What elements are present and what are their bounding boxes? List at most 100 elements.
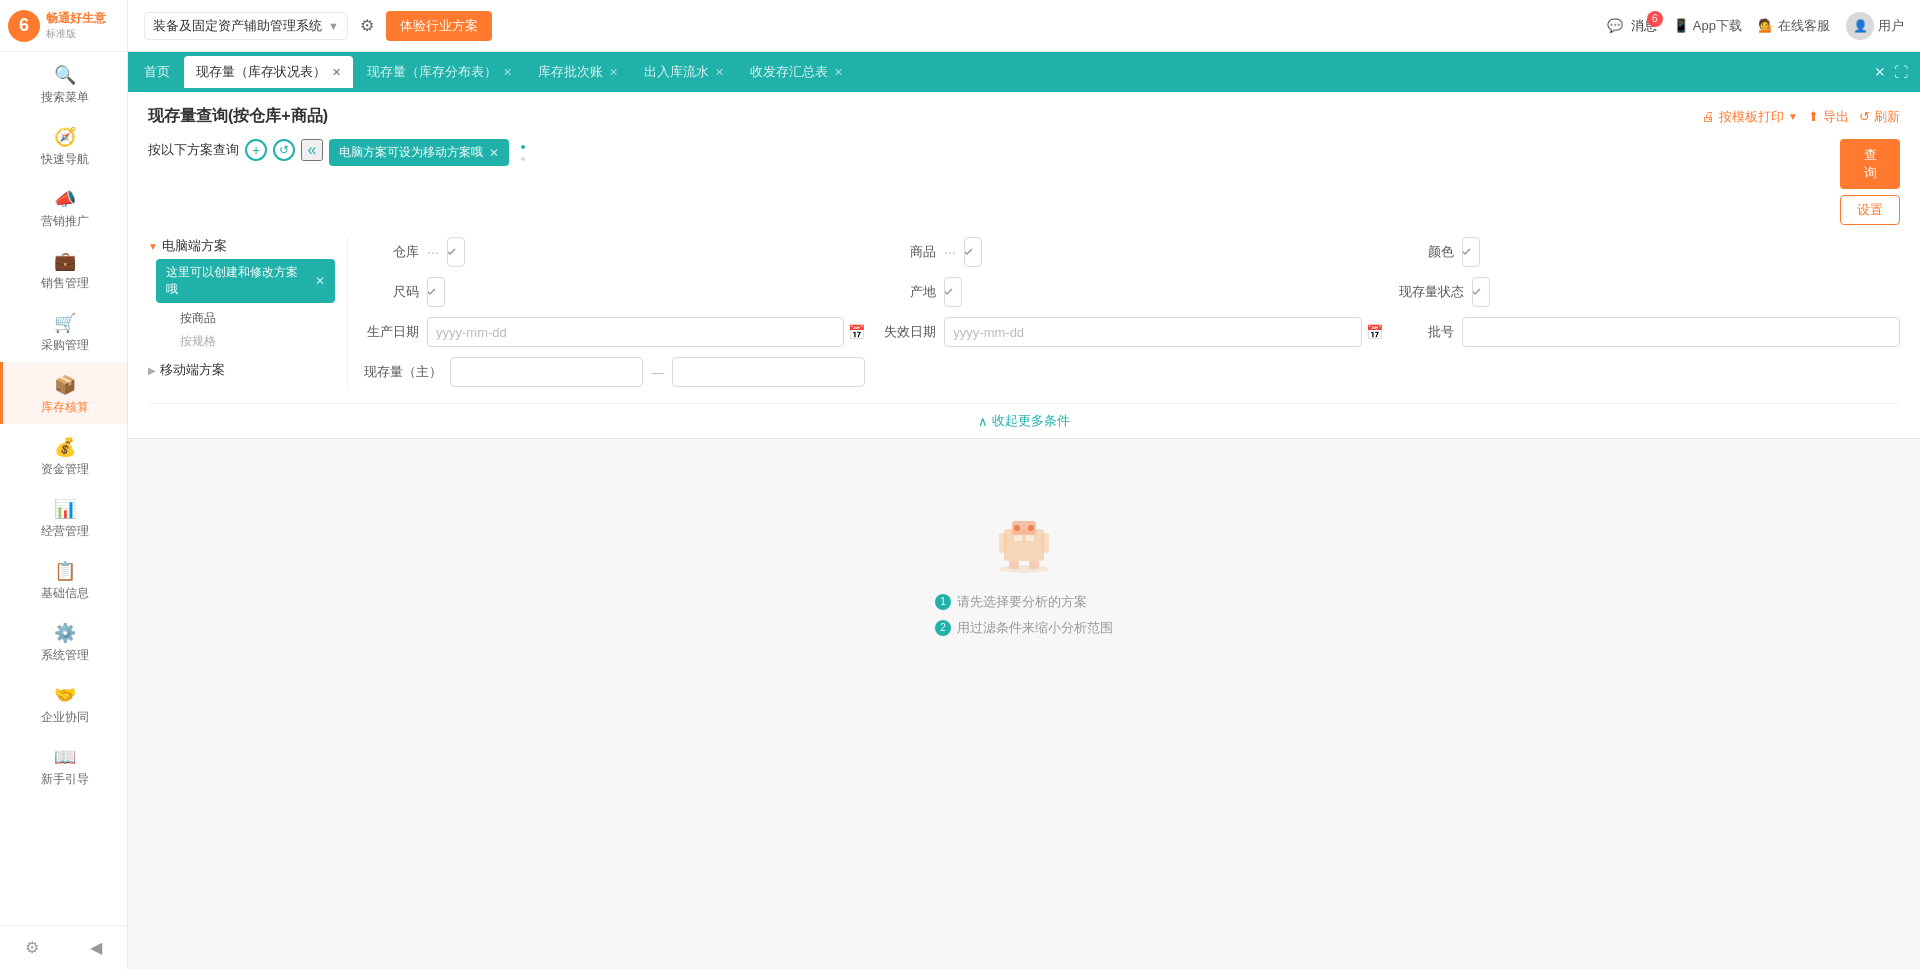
inventory-icon: 📦 — [54, 374, 76, 396]
dot-active — [519, 143, 527, 151]
tab-close-icon[interactable]: ✕ — [503, 66, 512, 79]
reset-button[interactable]: 设置 — [1840, 195, 1900, 225]
tab-close-icon[interactable]: ✕ — [834, 66, 843, 79]
sidebar-item-label: 基础信息 — [41, 585, 89, 602]
tip-row-2: 2 用过滤条件来缩小分析范围 — [935, 615, 1113, 641]
inventory-main-label: 现存量（主） — [364, 363, 442, 381]
sidebar-item-sales[interactable]: 💼 销售管理 — [0, 238, 127, 300]
refresh-button[interactable]: ↺ 刷新 — [1859, 108, 1900, 126]
system-selector[interactable]: 装备及固定资产辅助管理系统 ▼ — [144, 12, 348, 40]
origin-select[interactable] — [944, 277, 962, 307]
tooltip-close-2-button[interactable]: ✕ — [315, 274, 325, 288]
tab-close-icon[interactable]: ✕ — [332, 66, 341, 79]
filter-right-panel: 仓库 ··· 商品 ··· — [364, 237, 1900, 397]
inventory-status-select[interactable] — [1472, 277, 1490, 307]
search-button[interactable]: 查询 — [1840, 139, 1900, 189]
sidebar-settings-button[interactable]: ⚙ — [25, 938, 39, 957]
batch-input[interactable] — [1462, 317, 1900, 347]
tab-inventory-status[interactable]: 现存量（库存状况表） ✕ — [184, 56, 353, 88]
sidebar-item-enterprise[interactable]: 🤝 企业协同 — [0, 672, 127, 734]
notification-bell[interactable]: 💬 6 消息 — [1607, 17, 1657, 35]
online-service-link[interactable]: 💁 在线客服 — [1758, 17, 1830, 35]
tab-bar-end: ✕ ⛶ — [1874, 64, 1916, 80]
tab-close-icon[interactable]: ✕ — [715, 66, 724, 79]
sidebar-item-label: 系统管理 — [41, 647, 89, 664]
print-template-button[interactable]: 🖨 按模板打印 ▼ — [1702, 108, 1798, 126]
sidebar-item-purchase[interactable]: 🛒 采购管理 — [0, 300, 127, 362]
sidebar-item-search-menu[interactable]: 🔍 搜索菜单 — [0, 52, 127, 114]
inventory-main-end[interactable] — [672, 357, 865, 387]
production-date-start[interactable] — [427, 317, 844, 347]
printer-icon: 🖨 — [1702, 109, 1715, 124]
tab-close-all-button[interactable]: ✕ — [1874, 64, 1886, 80]
sidebar-item-label: 销售管理 — [41, 275, 89, 292]
system-name: 装备及固定资产辅助管理系统 — [153, 17, 322, 35]
expiry-date-range: 📅 — [944, 317, 1382, 347]
calendar-icon-2[interactable]: 📅 — [1366, 324, 1383, 340]
sidebar-item-finance[interactable]: 💰 资金管理 — [0, 424, 127, 486]
svg-point-3 — [1028, 525, 1034, 531]
filter-grid-row4: 现存量（主） — — [364, 357, 1900, 387]
tip-text-1: 请先选择要分析的方案 — [957, 589, 1087, 615]
tab-home[interactable]: 首页 — [132, 56, 182, 88]
goods-select[interactable] — [964, 237, 982, 267]
sidebar-item-inventory[interactable]: 📦 库存核算 — [0, 362, 127, 424]
mobile-scheme-header[interactable]: ▶ 移动端方案 — [148, 361, 335, 379]
sidebar-item-label: 快速导航 — [41, 151, 89, 168]
calendar-icon-1[interactable]: 📅 — [848, 324, 865, 340]
empty-state: 1 请先选择要分析的方案 2 用过滤条件来缩小分析范围 — [128, 439, 1920, 701]
sidebar-item-marketing[interactable]: 📣 营销推广 — [0, 176, 127, 238]
filter-add-button[interactable]: + — [245, 139, 267, 161]
phone-icon: 📱 — [1673, 18, 1689, 33]
size-select[interactable] — [427, 277, 445, 307]
svg-point-10 — [999, 565, 1049, 573]
svg-rect-6 — [999, 533, 1007, 553]
sidebar-item-guide[interactable]: 📖 新手引导 — [0, 734, 127, 796]
avatar: 👤 — [1846, 12, 1874, 40]
filter-refresh-button[interactable]: ↺ — [273, 139, 295, 161]
warehouse-select[interactable] — [447, 237, 465, 267]
inventory-main-start[interactable] — [450, 357, 643, 387]
expiry-date-start[interactable] — [944, 317, 1361, 347]
filter-prev-button[interactable]: « — [301, 139, 323, 161]
sidebar-item-basic-info[interactable]: 📋 基础信息 — [0, 548, 127, 610]
batch-label: 批号 — [1399, 323, 1454, 341]
goods-dots: ··· — [944, 244, 956, 260]
marketing-icon: 📣 — [54, 188, 76, 210]
tab-close-icon[interactable]: ✕ — [609, 66, 618, 79]
filter-grid-row3: 生产日期 📅 失效日期 📅 — [364, 317, 1900, 347]
filter-label-row: 按以下方案查询 + ↺ « 电脑方案可设为移动方案哦 ✕ — [148, 139, 1900, 225]
collapse-more-button[interactable]: ∧ 收起更多条件 — [148, 403, 1900, 438]
mobile-scheme-group: ▶ 移动端方案 — [148, 361, 335, 383]
export-button[interactable]: ⬆ 导出 — [1808, 108, 1849, 126]
sidebar-item-operations[interactable]: 📊 经营管理 — [0, 486, 127, 548]
range-separator: — — [647, 365, 668, 380]
sidebar-nav: 🔍 搜索菜单 🧭 快速导航 📣 营销推广 💼 销售管理 🛒 采购管理 📦 库存核… — [0, 52, 127, 925]
expand-arrow-icon: ▶ — [148, 365, 156, 376]
filter-row-expiry-date: 失效日期 📅 — [881, 317, 1382, 347]
scheme-item-goods[interactable]: 按商品 — [160, 307, 335, 330]
main-content: 装备及固定资产辅助管理系统 ▼ ⚙ 体验行业方案 💬 6 消息 📱 App下载 … — [128, 0, 1920, 969]
tab-receive-summary[interactable]: 收发存汇总表 ✕ — [738, 56, 855, 88]
app-download-link[interactable]: 📱 App下载 — [1673, 17, 1742, 35]
trial-button[interactable]: 体验行业方案 — [386, 11, 492, 41]
filter-row-warehouse: 仓库 ··· — [364, 237, 865, 267]
sidebar-logo: 6 畅通好生意 标准版 — [0, 0, 127, 52]
scheme-item-spec[interactable]: 按规格 — [160, 330, 335, 353]
settings-icon[interactable]: ⚙ — [360, 16, 374, 35]
sidebar-footer: ⚙ ◀ — [0, 925, 127, 969]
user-menu[interactable]: 👤 用户 — [1846, 12, 1904, 40]
sidebar-item-quick-nav[interactable]: 🧭 快速导航 — [0, 114, 127, 176]
tab-inventory-dist[interactable]: 现存量（库存分布表） ✕ — [355, 56, 524, 88]
tooltip-close-1-button[interactable]: ✕ — [489, 146, 499, 160]
sidebar-item-system[interactable]: ⚙️ 系统管理 — [0, 610, 127, 672]
tab-inventory-batch[interactable]: 库存批次账 ✕ — [526, 56, 630, 88]
tab-inout-flow[interactable]: 出入库流水 ✕ — [632, 56, 736, 88]
scheme-tooltip-1: 电脑方案可设为移动方案哦 ✕ — [329, 139, 509, 166]
sidebar-collapse-button[interactable]: ◀ — [90, 938, 102, 957]
color-select[interactable] — [1462, 237, 1480, 267]
scheme-dots — [519, 143, 527, 163]
pc-scheme-header[interactable]: ▼ 电脑端方案 — [148, 237, 335, 255]
tab-expand-button[interactable]: ⛶ — [1894, 64, 1908, 80]
search-btn-group: 查询 设置 — [1840, 139, 1900, 225]
